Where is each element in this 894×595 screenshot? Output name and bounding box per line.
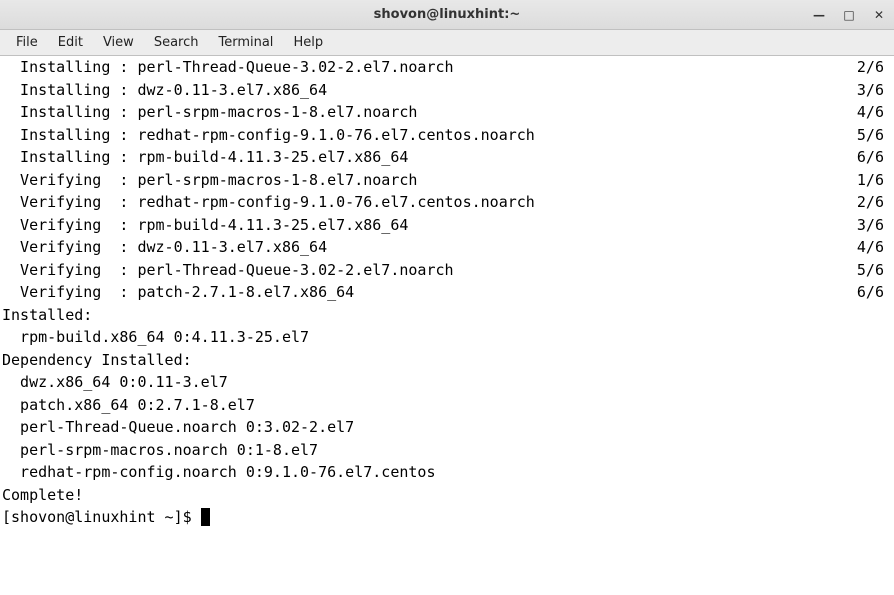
menu-view[interactable]: View [93, 32, 144, 53]
terminal-line-counter: 1/6 [857, 169, 890, 192]
terminal-cursor [201, 508, 210, 526]
maximize-icon[interactable]: □ [840, 6, 858, 24]
terminal-line: Complete! [2, 484, 890, 507]
window-controls: — □ ✕ [810, 0, 888, 29]
terminal-line-counter: 6/6 [857, 281, 890, 304]
terminal-line: Verifying : dwz-0.11-3.el7.x86_64 4/6 [2, 236, 890, 259]
terminal-line-left: Installing : rpm-build-4.11.3-25.el7.x86… [2, 146, 408, 169]
menubar: File Edit View Search Terminal Help [0, 30, 894, 56]
terminal-line-left: Verifying : rpm-build-4.11.3-25.el7.x86_… [2, 214, 408, 237]
terminal-line: Verifying : perl-Thread-Queue-3.02-2.el7… [2, 259, 890, 282]
terminal-line-counter: 5/6 [857, 259, 890, 282]
close-icon[interactable]: ✕ [870, 6, 888, 24]
terminal-line: Dependency Installed: [2, 349, 890, 372]
terminal-line: Installing : redhat-rpm-config-9.1.0-76.… [2, 124, 890, 147]
terminal-line: perl-Thread-Queue.noarch 0:3.02-2.el7 [2, 416, 890, 439]
terminal-prompt-line[interactable]: [shovon@linuxhint ~]$ [2, 506, 890, 529]
terminal-line: Installed: [2, 304, 890, 327]
terminal-line-counter: 2/6 [857, 191, 890, 214]
minimize-icon[interactable]: — [810, 6, 828, 24]
terminal-line-left: Verifying : perl-srpm-macros-1-8.el7.noa… [2, 169, 417, 192]
terminal-line-left: Verifying : redhat-rpm-config-9.1.0-76.e… [2, 191, 535, 214]
terminal-line: perl-srpm-macros.noarch 0:1-8.el7 [2, 439, 890, 462]
terminal-line: Installing : dwz-0.11-3.el7.x86_64 3/6 [2, 79, 890, 102]
menu-edit[interactable]: Edit [48, 32, 93, 53]
window-title: shovon@linuxhint:~ [374, 7, 521, 22]
terminal-line: Verifying : rpm-build-4.11.3-25.el7.x86_… [2, 214, 890, 237]
terminal-line-counter: 4/6 [857, 236, 890, 259]
terminal-line-left: Installing : perl-srpm-macros-1-8.el7.no… [2, 101, 417, 124]
terminal-line: dwz.x86_64 0:0.11-3.el7 [2, 371, 890, 394]
terminal-line-left: Installing : dwz-0.11-3.el7.x86_64 [2, 79, 327, 102]
terminal-prompt: [shovon@linuxhint ~]$ [2, 508, 201, 526]
menu-search[interactable]: Search [144, 32, 209, 53]
menu-terminal[interactable]: Terminal [208, 32, 283, 53]
terminal-line: Installing : perl-srpm-macros-1-8.el7.no… [2, 101, 890, 124]
terminal-line: Verifying : patch-2.7.1-8.el7.x86_64 6/6 [2, 281, 890, 304]
terminal-line-left: Installing : redhat-rpm-config-9.1.0-76.… [2, 124, 535, 147]
terminal-line-counter: 5/6 [857, 124, 890, 147]
terminal-line: patch.x86_64 0:2.7.1-8.el7 [2, 394, 890, 417]
menu-file[interactable]: File [6, 32, 48, 53]
terminal-line-left: Verifying : patch-2.7.1-8.el7.x86_64 [2, 281, 354, 304]
terminal-line-counter: 3/6 [857, 79, 890, 102]
terminal-line: redhat-rpm-config.noarch 0:9.1.0-76.el7.… [2, 461, 890, 484]
terminal-line-counter: 6/6 [857, 146, 890, 169]
terminal-line-counter: 2/6 [857, 56, 890, 79]
terminal-line: Installing : perl-Thread-Queue-3.02-2.el… [2, 56, 890, 79]
terminal-line: Installing : rpm-build-4.11.3-25.el7.x86… [2, 146, 890, 169]
terminal-line-left: Verifying : dwz-0.11-3.el7.x86_64 [2, 236, 327, 259]
terminal-line-left: Verifying : perl-Thread-Queue-3.02-2.el7… [2, 259, 454, 282]
menu-help[interactable]: Help [283, 32, 333, 53]
terminal-line: Verifying : redhat-rpm-config-9.1.0-76.e… [2, 191, 890, 214]
terminal-output[interactable]: Installing : perl-Thread-Queue-3.02-2.el… [0, 56, 894, 595]
terminal-line-counter: 4/6 [857, 101, 890, 124]
terminal-line: Verifying : perl-srpm-macros-1-8.el7.noa… [2, 169, 890, 192]
window-titlebar: shovon@linuxhint:~ — □ ✕ [0, 0, 894, 30]
terminal-line: rpm-build.x86_64 0:4.11.3-25.el7 [2, 326, 890, 349]
terminal-line-left: Installing : perl-Thread-Queue-3.02-2.el… [2, 56, 454, 79]
terminal-line-counter: 3/6 [857, 214, 890, 237]
